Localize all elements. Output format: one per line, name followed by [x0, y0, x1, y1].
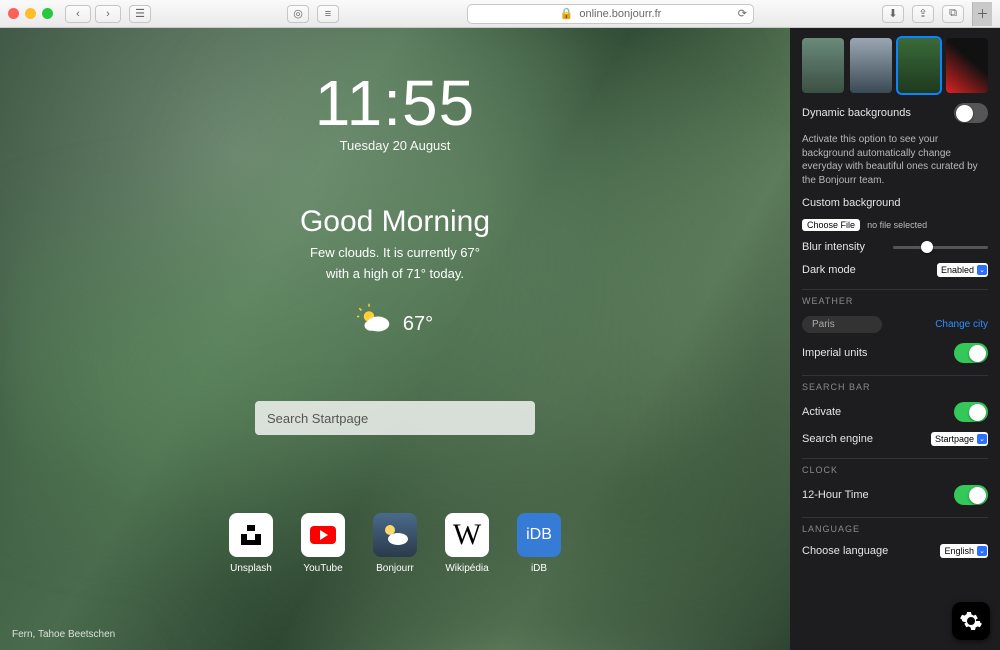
clock-time: 11:55 [0, 66, 790, 140]
dynamic-bg-desc: Activate this option to see your backgro… [802, 133, 988, 187]
search-placeholder: Search Startpage [267, 411, 368, 426]
change-city-link[interactable]: Change city [935, 319, 988, 330]
section-clock: CLOCK [802, 458, 988, 475]
chevron-down-icon: ⌄ [977, 265, 987, 275]
bg-thumb-4[interactable] [946, 38, 988, 93]
blur-label: Blur intensity [802, 241, 865, 253]
no-file-text: no file selected [867, 220, 927, 230]
weather-icon [357, 303, 393, 345]
chevron-down-icon: ⌄ [977, 546, 987, 556]
dynamic-bg-toggle[interactable] [954, 103, 988, 123]
gear-icon [959, 609, 983, 633]
settings-gear-button[interactable] [952, 602, 990, 640]
photo-credit: Fern, Tahoe Beetschen [12, 629, 115, 640]
chevron-down-icon: ⌄ [977, 434, 987, 444]
section-language: LANGUAGE [802, 517, 988, 534]
temperature: 67° [403, 313, 433, 336]
blur-slider[interactable] [893, 246, 988, 249]
language-select[interactable]: English⌄ [940, 544, 988, 558]
language-label: Choose language [802, 545, 888, 557]
favorite-label: YouTube [303, 563, 342, 574]
back-button[interactable]: ‹ [65, 5, 91, 23]
youtube-icon [301, 513, 345, 557]
startpage: 11:55 Tuesday 20 August Good Morning Few… [0, 28, 790, 650]
address-bar[interactable]: 🔒 online.bonjourr.fr ⟳ [467, 4, 754, 24]
reload-icon[interactable]: ⟳ [738, 7, 747, 20]
choose-file-button[interactable]: Choose File [802, 219, 860, 231]
dark-mode-label: Dark mode [802, 264, 856, 276]
search-input[interactable]: Search Startpage [255, 401, 535, 435]
favorite-idb[interactable]: iDB iDB [517, 513, 561, 574]
favorite-label: Unsplash [230, 563, 272, 574]
safari-toolbar: ‹ › ☰ ◎ ≡ 🔒 online.bonjourr.fr ⟳ ⬇ ⇪ ⧉ ＋ [0, 0, 1000, 28]
favorite-bonjourr[interactable]: Bonjourr [373, 513, 417, 574]
clock12-label: 12-Hour Time [802, 489, 869, 501]
bg-thumb-3[interactable] [898, 38, 940, 93]
window-controls [8, 8, 53, 19]
idb-icon: iDB [517, 513, 561, 557]
downloads-button[interactable]: ⬇ [882, 5, 904, 23]
search-engine-label: Search engine [802, 433, 873, 445]
weather-summary-2: with a high of 71° today. [0, 266, 790, 281]
favorite-label: Wikipédia [445, 563, 488, 574]
section-weather: WEATHER [802, 289, 988, 306]
minimize-window-icon[interactable] [25, 8, 36, 19]
favorite-unsplash[interactable]: Unsplash [229, 513, 273, 574]
reader-button[interactable]: ≡ [317, 5, 339, 23]
favorites-row: Unsplash YouTube Bonjourr W Wikipédia iD… [0, 513, 790, 574]
section-searchbar: SEARCH BAR [802, 375, 988, 392]
url-text: online.bonjourr.fr [579, 8, 661, 20]
favorite-wikipedia[interactable]: W Wikipédia [445, 513, 489, 574]
search-engine-select[interactable]: Startpage⌄ [931, 432, 988, 446]
zoom-window-icon[interactable] [42, 8, 53, 19]
weather-summary-1: Few clouds. It is currently 67° [0, 245, 790, 260]
new-tab-button[interactable]: ＋ [972, 2, 992, 26]
privacy-button[interactable]: ◎ [287, 5, 309, 23]
lock-icon: 🔒 [560, 7, 574, 20]
greeting: Good Morning [0, 205, 790, 239]
tabs-button[interactable]: ⧉ [942, 5, 964, 23]
city-input[interactable]: Paris [802, 316, 882, 333]
sidebar-button[interactable]: ☰ [129, 5, 151, 23]
imperial-label: Imperial units [802, 347, 867, 359]
unsplash-icon [229, 513, 273, 557]
favorite-label: iDB [531, 563, 547, 574]
dark-mode-select[interactable]: Enabled⌄ [937, 263, 988, 277]
close-window-icon[interactable] [8, 8, 19, 19]
activate-search-label: Activate [802, 406, 841, 418]
forward-button[interactable]: › [95, 5, 121, 23]
activate-search-toggle[interactable] [954, 402, 988, 422]
clock-date: Tuesday 20 August [0, 138, 790, 153]
favorite-label: Bonjourr [376, 563, 414, 574]
bonjourr-icon [373, 513, 417, 557]
settings-panel: Dynamic backgrounds Activate this option… [790, 28, 1000, 650]
wikipedia-icon: W [445, 513, 489, 557]
bg-thumb-2[interactable] [850, 38, 892, 93]
share-button[interactable]: ⇪ [912, 5, 934, 23]
custom-bg-label: Custom background [802, 197, 988, 209]
clock12-toggle[interactable] [954, 485, 988, 505]
background-thumbs [802, 38, 988, 93]
bg-thumb-1[interactable] [802, 38, 844, 93]
dynamic-bg-label: Dynamic backgrounds [802, 107, 911, 119]
imperial-toggle[interactable] [954, 343, 988, 363]
favorite-youtube[interactable]: YouTube [301, 513, 345, 574]
